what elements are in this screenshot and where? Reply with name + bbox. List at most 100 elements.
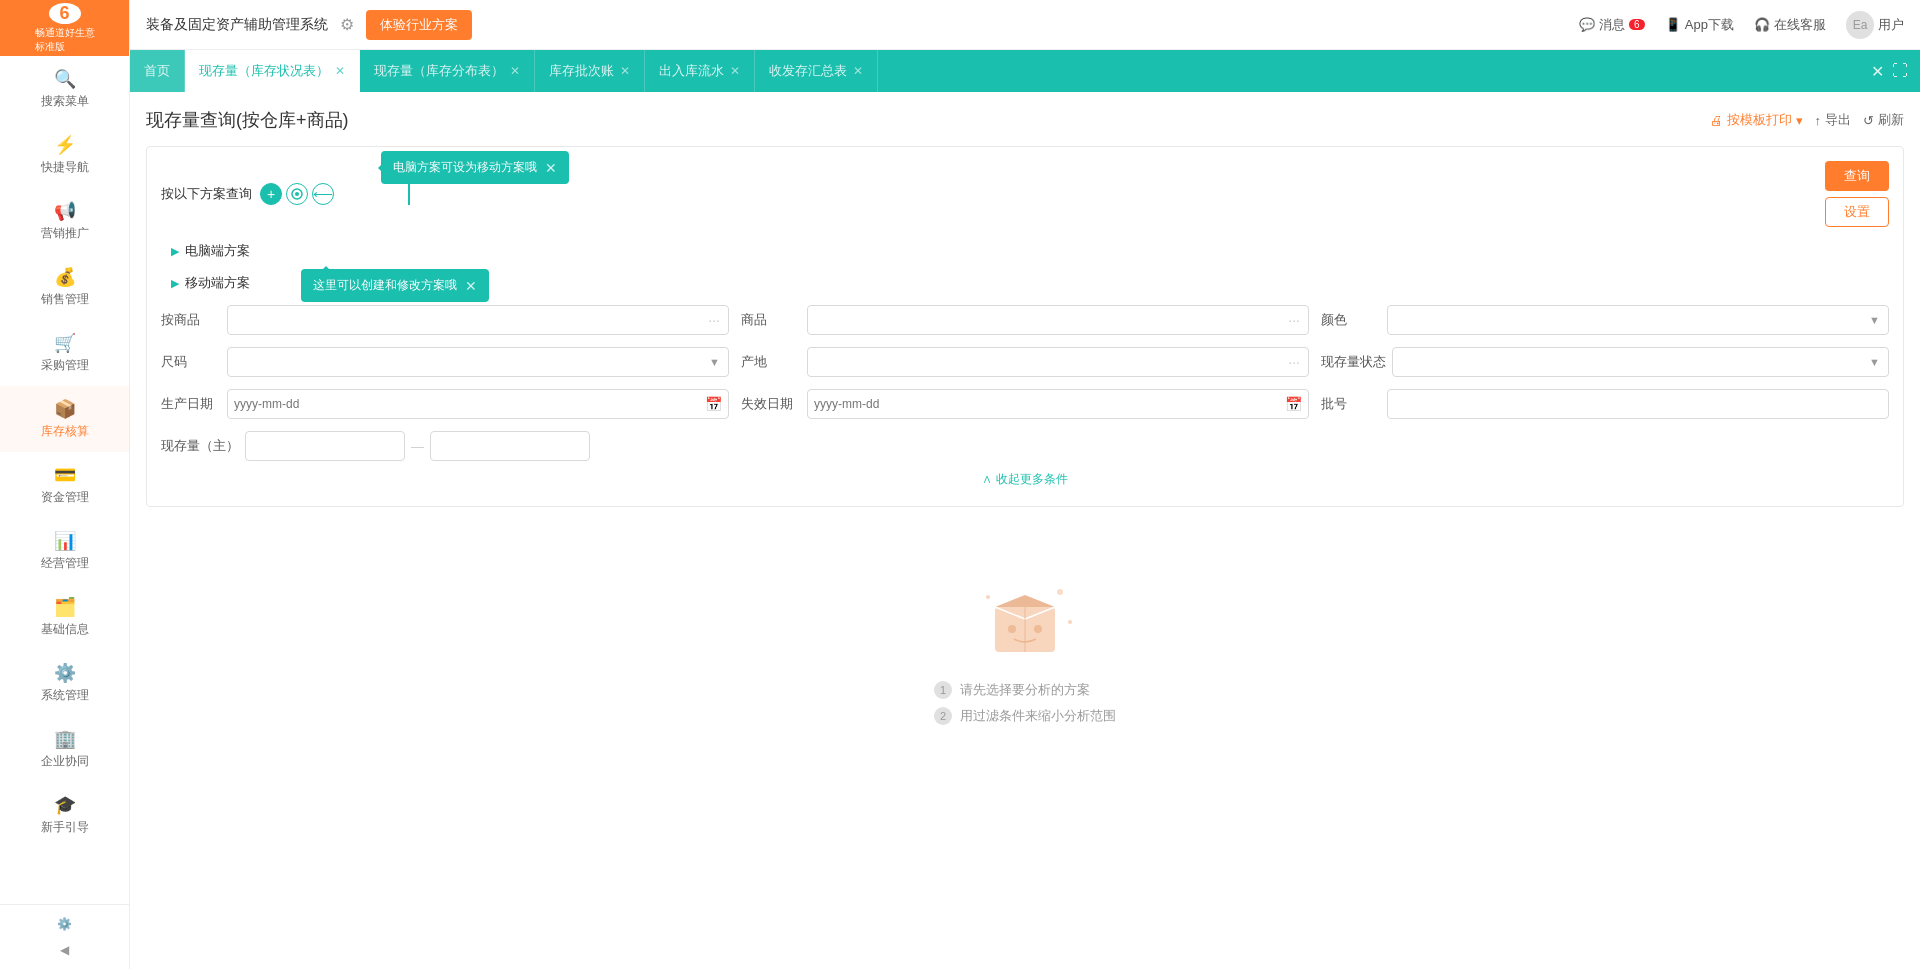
prod-date-start-wrap[interactable]: 📅 xyxy=(227,389,729,419)
size-select[interactable]: ▼ xyxy=(227,347,729,377)
warehouse-dots[interactable]: ··· xyxy=(708,312,720,328)
prod-date-calendar-icon[interactable]: 📅 xyxy=(705,396,722,412)
back-scheme-btn[interactable]: ⟵ xyxy=(312,183,334,205)
origin-select[interactable]: ··· xyxy=(807,347,1309,377)
tab-inout-close[interactable]: ✕ xyxy=(730,64,740,78)
stock-status-arrow: ▼ xyxy=(1869,356,1880,368)
tabbar-expand[interactable]: ⛶ xyxy=(1892,62,1908,80)
tab-receive-send-close[interactable]: ✕ xyxy=(853,64,863,78)
sidebar-item-quick-nav-label: 快捷导航 xyxy=(41,159,89,176)
query-button[interactable]: 查询 xyxy=(1825,161,1889,191)
collapse-more[interactable]: ∧ 收起更多条件 xyxy=(161,461,1889,492)
warehouse-select[interactable]: ··· xyxy=(227,305,729,335)
expiry-date-calendar-icon[interactable]: 📅 xyxy=(1285,396,1302,412)
phone-icon: 📱 xyxy=(1665,17,1681,32)
query-buttons: 查询 设置 xyxy=(1817,161,1889,227)
filter-field-size: 尺码 ▼ xyxy=(161,347,729,377)
export-action[interactable]: ↑ 导出 xyxy=(1815,111,1852,129)
sidebar-item-marketing[interactable]: 📢 营销推广 xyxy=(0,188,129,254)
tooltip-create-text: 这里可以创建和修改方案哦 xyxy=(313,277,457,294)
header-settings-icon[interactable]: ⚙ xyxy=(340,15,354,34)
tab-receive-send[interactable]: 收发存汇总表 ✕ xyxy=(755,50,878,92)
settings-icon: ⚙️ xyxy=(57,917,72,931)
collapse-label: 收起更多条件 xyxy=(996,472,1068,486)
tip-num-1: 1 xyxy=(934,681,952,699)
expiry-date-start-wrap[interactable]: 📅 xyxy=(807,389,1309,419)
scheme-item-pc[interactable]: ▶ 电脑端方案 xyxy=(171,239,1889,263)
goods-select[interactable]: ··· xyxy=(807,305,1309,335)
tab-stock-dist[interactable]: 现存量（库存分布表） ✕ xyxy=(360,50,535,92)
sidebar-item-system[interactable]: ⚙️ 系统管理 xyxy=(0,650,129,716)
filter-field-prod-date: 生产日期 📅 xyxy=(161,389,729,419)
prod-date-start-input[interactable] xyxy=(234,397,701,411)
filter-field-stock-status: 现存量状态 ▼ xyxy=(1321,347,1889,377)
empty-tip-2: 2 用过滤条件来缩小分析范围 xyxy=(934,707,1116,725)
color-arrow: ▼ xyxy=(1869,314,1880,326)
svg-marker-3 xyxy=(995,595,1055,607)
goods-dots[interactable]: ··· xyxy=(1288,312,1300,328)
stock-main-end-input[interactable] xyxy=(430,431,590,461)
refresh-action[interactable]: ↺ 刷新 xyxy=(1863,111,1904,129)
tooltip-create-scheme: 这里可以创建和修改方案哦 ✕ xyxy=(301,269,489,302)
stock-main-label: 现存量（主） xyxy=(161,437,239,455)
header-right: 💬 消息 6 📱 App下载 🎧 在线客服 Ea 用户 xyxy=(1579,11,1904,39)
sidebar-item-finance[interactable]: 💳 资金管理 xyxy=(0,452,129,518)
stock-main-start-input[interactable] xyxy=(245,431,405,461)
stock-status-select[interactable]: ▼ xyxy=(1392,347,1889,377)
message-item[interactable]: 💬 消息 6 xyxy=(1579,16,1645,34)
tab-inout-label: 出入库流水 xyxy=(659,62,724,80)
filter-field-color: 颜色 ▼ xyxy=(1321,305,1889,335)
color-label: 颜色 xyxy=(1321,311,1381,329)
user-item[interactable]: Ea 用户 xyxy=(1846,11,1904,39)
print-action[interactable]: 🖨 按模板打印 ▾ xyxy=(1710,111,1803,129)
sidebar-settings-btn[interactable]: ⚙️ xyxy=(57,917,72,931)
filter-field-stock-main: 现存量（主） — xyxy=(161,431,1889,461)
scheme-mobile-name: 移动端方案 xyxy=(185,274,250,292)
page-title-row: 现存量查询(按仓库+商品) 🖨 按模板打印 ▾ ↑ 导出 ↺ 刷新 xyxy=(146,108,1904,132)
empty-state: 1 请先选择要分析的方案 2 用过滤条件来缩小分析范围 xyxy=(146,507,1904,765)
sidebar-item-enterprise[interactable]: 🏢 企业协同 xyxy=(0,716,129,782)
experience-button[interactable]: 体验行业方案 xyxy=(366,10,472,40)
sidebar-item-guide[interactable]: 🎓 新手引导 xyxy=(0,782,129,848)
collapse-icon: ◀ xyxy=(60,943,69,957)
sidebar-item-stock[interactable]: 📦 库存核算 xyxy=(0,386,129,452)
color-select[interactable]: ▼ xyxy=(1387,305,1889,335)
goods-label: 商品 xyxy=(741,311,801,329)
quick-nav-icon: ⚡ xyxy=(54,134,76,156)
avatar: Ea xyxy=(1846,11,1874,39)
tab-stock-dist-close[interactable]: ✕ xyxy=(510,64,520,78)
batch-input[interactable] xyxy=(1387,389,1889,419)
search-icon: 🔍 xyxy=(54,68,76,90)
origin-dots[interactable]: ··· xyxy=(1288,354,1300,370)
sidebar-collapse-btn[interactable]: ◀ xyxy=(60,943,69,957)
tab-stock-status[interactable]: 现存量（库存状况表） ✕ xyxy=(185,50,360,92)
sidebar-item-purchase[interactable]: 🛒 采购管理 xyxy=(0,320,129,386)
tab-inout[interactable]: 出入库流水 ✕ xyxy=(645,50,755,92)
empty-tip-1: 1 请先选择要分析的方案 xyxy=(934,681,1116,699)
sidebar-item-quick-nav[interactable]: ⚡ 快捷导航 xyxy=(0,122,129,188)
page-content: 现存量查询(按仓库+商品) 🖨 按模板打印 ▾ ↑ 导出 ↺ 刷新 xyxy=(130,92,1920,969)
app-download-item[interactable]: 📱 App下载 xyxy=(1665,16,1734,34)
tab-home[interactable]: 首页 xyxy=(130,50,185,92)
tooltip-pc-close[interactable]: ✕ xyxy=(545,160,557,176)
expiry-date-start-input[interactable] xyxy=(814,397,1281,411)
tab-stock-batch-close[interactable]: ✕ xyxy=(620,64,630,78)
tooltip-create-close[interactable]: ✕ xyxy=(465,278,477,294)
edit-scheme-btn[interactable] xyxy=(286,183,308,205)
sidebar-item-operation[interactable]: 📊 经营管理 xyxy=(0,518,129,584)
sidebar-item-sales[interactable]: 💰 销售管理 xyxy=(0,254,129,320)
tab-stock-status-close[interactable]: ✕ xyxy=(335,64,345,78)
add-scheme-btn[interactable]: + xyxy=(260,183,282,205)
sidebar-item-search[interactable]: 🔍 搜索菜单 xyxy=(0,56,129,122)
filter-row-1: 按商品 ··· 商品 ··· xyxy=(161,305,1889,335)
size-label: 尺码 xyxy=(161,353,221,371)
sidebar-item-basic[interactable]: 🗂️ 基础信息 xyxy=(0,584,129,650)
message-icon: 💬 xyxy=(1579,17,1595,32)
edit-icon xyxy=(291,188,303,200)
settings-button[interactable]: 设置 xyxy=(1825,197,1889,227)
tab-stock-batch[interactable]: 库存批次账 ✕ xyxy=(535,50,645,92)
tabbar-close-all[interactable]: ✕ xyxy=(1871,62,1884,81)
online-support-item[interactable]: 🎧 在线客服 xyxy=(1754,16,1826,34)
purchase-icon: 🛒 xyxy=(54,332,76,354)
tab-stock-status-label: 现存量（库存状况表） xyxy=(199,62,329,80)
